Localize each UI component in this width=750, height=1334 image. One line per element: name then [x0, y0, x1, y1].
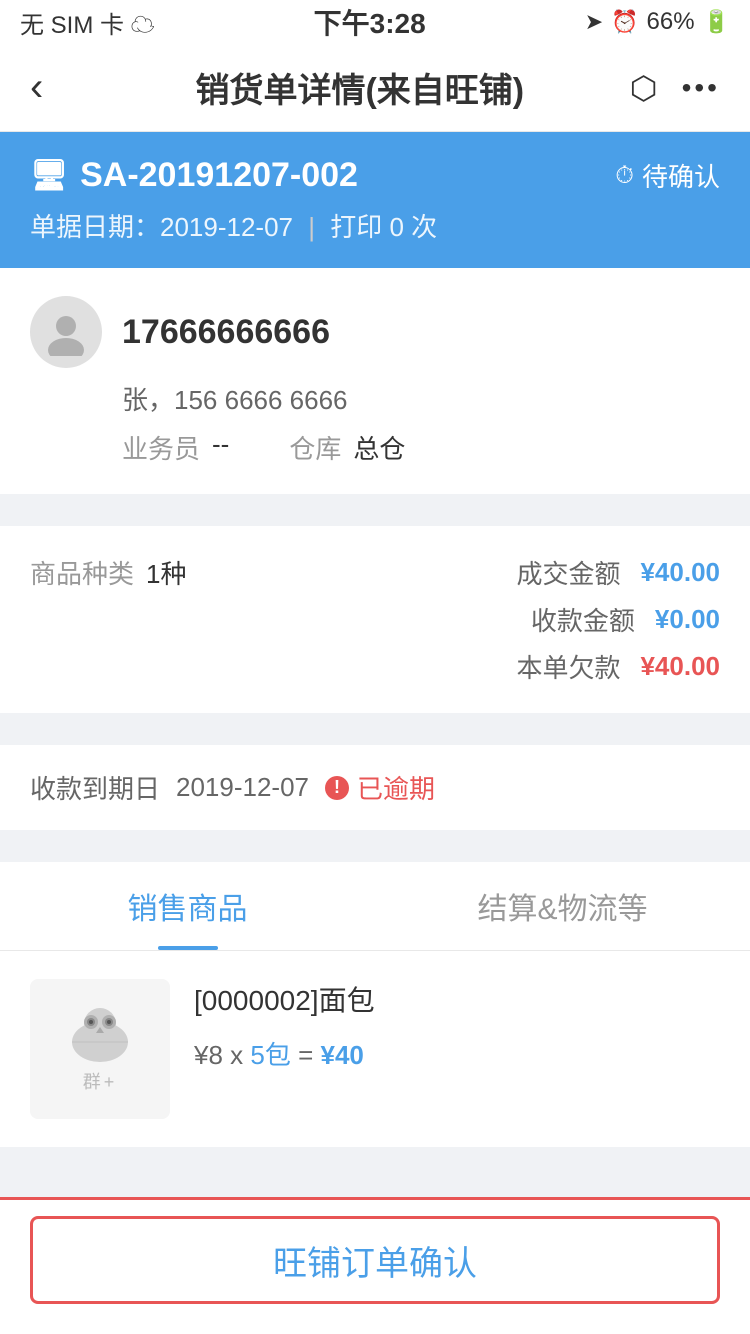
tab-settlement[interactable]: 结算&物流等 [375, 862, 750, 950]
tabs: 销售商品 结算&物流等 [0, 862, 750, 951]
product-price: ¥8 x 5包 = ¥40 [194, 1035, 720, 1072]
owl-text: 群+ [83, 1068, 118, 1094]
nav-actions: ⬡ ••• [630, 69, 720, 107]
product-name: [0000002]面包 [194, 979, 720, 1019]
receipt-amount: ¥0.00 [655, 604, 720, 635]
battery-status: 66% [647, 8, 695, 36]
equals-sign: = [298, 1040, 313, 1070]
customer-top: 17666666666 [30, 296, 720, 368]
order-status: ⏱ 待确认 [615, 157, 720, 194]
customer-meta: 业务员 -- 仓库 总仓 [30, 429, 720, 466]
order-header: 🖥 SA-20191207-002 ⏱ 待确认 单据日期：2019-12-07 … [0, 132, 750, 268]
transaction-amount: ¥40.00 [640, 557, 720, 588]
customer-phone: 17666666666 [122, 313, 330, 352]
status-right: ➤ ⏰ 66% 🔋 [585, 8, 730, 36]
product-type-label: 商品种类 [30, 554, 134, 591]
location-icon: ➤ [585, 9, 603, 35]
customer-avatar [30, 296, 102, 368]
due-date-label: 收款到期日 [30, 769, 160, 806]
customer-card: 17666666666 张，156 6666 6666 业务员 -- 仓库 总仓 [0, 268, 750, 494]
salesperson-value: -- [212, 429, 229, 466]
order-id-row: 🖥 SA-20191207-002 [30, 156, 358, 195]
divider-3 [0, 846, 750, 862]
nav-bar: ‹ 销货单详情(来自旺铺) ⬡ ••• [0, 44, 750, 132]
warehouse-item: 仓库 总仓 [289, 429, 405, 466]
price-value: ¥8 x [194, 1040, 243, 1070]
clock-icon: ⏱ [615, 162, 634, 190]
tab-sales-products[interactable]: 销售商品 [0, 862, 375, 950]
receipt-row: 收款金额 ¥0.00 [531, 601, 720, 638]
sim-status: 无 SIM 卡 ☁ [20, 5, 155, 40]
warehouse-value: 总仓 [353, 429, 405, 466]
transaction-row: 成交金额 ¥40.00 [516, 554, 720, 591]
overdue-text: 已逾期 [357, 769, 435, 806]
product-list: 群+ [0000002]面包 ¥8 x 5包 = ¥40 [0, 951, 750, 1147]
divider-2 [0, 729, 750, 745]
share-icon[interactable]: ⬡ [630, 69, 658, 107]
due-date-card: 收款到期日 2019-12-07 ! 已逾期 [0, 745, 750, 830]
order-id-text: SA-20191207-002 [80, 156, 358, 195]
due-date-value: 2019-12-07 [176, 772, 309, 803]
customer-name: 张，156 6666 6666 [30, 380, 720, 417]
confirm-button-wrap: 旺铺订单确认 [0, 1197, 750, 1334]
product-thumbnail: 群+ [30, 979, 170, 1119]
price-total: ¥40 [321, 1040, 364, 1070]
product-info: [0000002]面包 ¥8 x 5包 = ¥40 [194, 979, 720, 1072]
status-text: 待确认 [642, 157, 720, 194]
product-item: 群+ [0000002]面包 ¥8 x 5包 = ¥40 [0, 951, 750, 1147]
price-qty: 5包 [250, 1040, 290, 1070]
confirm-btn-label: 旺铺订单确认 [273, 1236, 477, 1285]
order-date: 单据日期：2019-12-07 | 打印 0 次 [30, 207, 720, 244]
product-type-value: 1种 [146, 554, 186, 591]
divider-1 [0, 510, 750, 526]
order-icon: 🖥 [30, 158, 68, 193]
owed-row: 本单欠款 ¥40.00 [516, 648, 720, 685]
confirm-order-button[interactable]: 旺铺订单确认 [30, 1216, 720, 1304]
overdue-badge: ! 已逾期 [325, 769, 435, 806]
status-bar: 无 SIM 卡 ☁ 下午3:28 ➤ ⏰ 66% 🔋 [0, 0, 750, 44]
owed-label: 本单欠款 [516, 648, 620, 685]
salesperson-item: 业务员 -- [122, 429, 229, 466]
warehouse-label: 仓库 [289, 429, 341, 466]
summary-left: 商品种类 1种 [30, 554, 186, 591]
receipt-label: 收款金额 [531, 601, 635, 638]
summary-right: 成交金额 ¥40.00 收款金额 ¥0.00 本单欠款 ¥40.00 [516, 554, 720, 685]
status-left: 无 SIM 卡 ☁ [20, 5, 155, 40]
more-icon[interactable]: ••• [682, 72, 720, 104]
alarm-icon: ⏰ [611, 9, 638, 35]
battery-icon: 🔋 [703, 9, 730, 35]
salesperson-label: 业务员 [122, 429, 200, 466]
back-button[interactable]: ‹ [30, 65, 90, 110]
summary-card: 商品种类 1种 成交金额 ¥40.00 收款金额 ¥0.00 本单欠款 ¥40.… [0, 526, 750, 713]
overdue-icon: ! [325, 776, 349, 800]
transaction-label: 成交金额 [516, 554, 620, 591]
page-title: 销货单详情(来自旺铺) [195, 63, 524, 112]
status-time: 下午3:28 [314, 2, 426, 42]
owed-amount: ¥40.00 [640, 651, 720, 682]
product-type-row: 商品种类 1种 [30, 554, 186, 591]
